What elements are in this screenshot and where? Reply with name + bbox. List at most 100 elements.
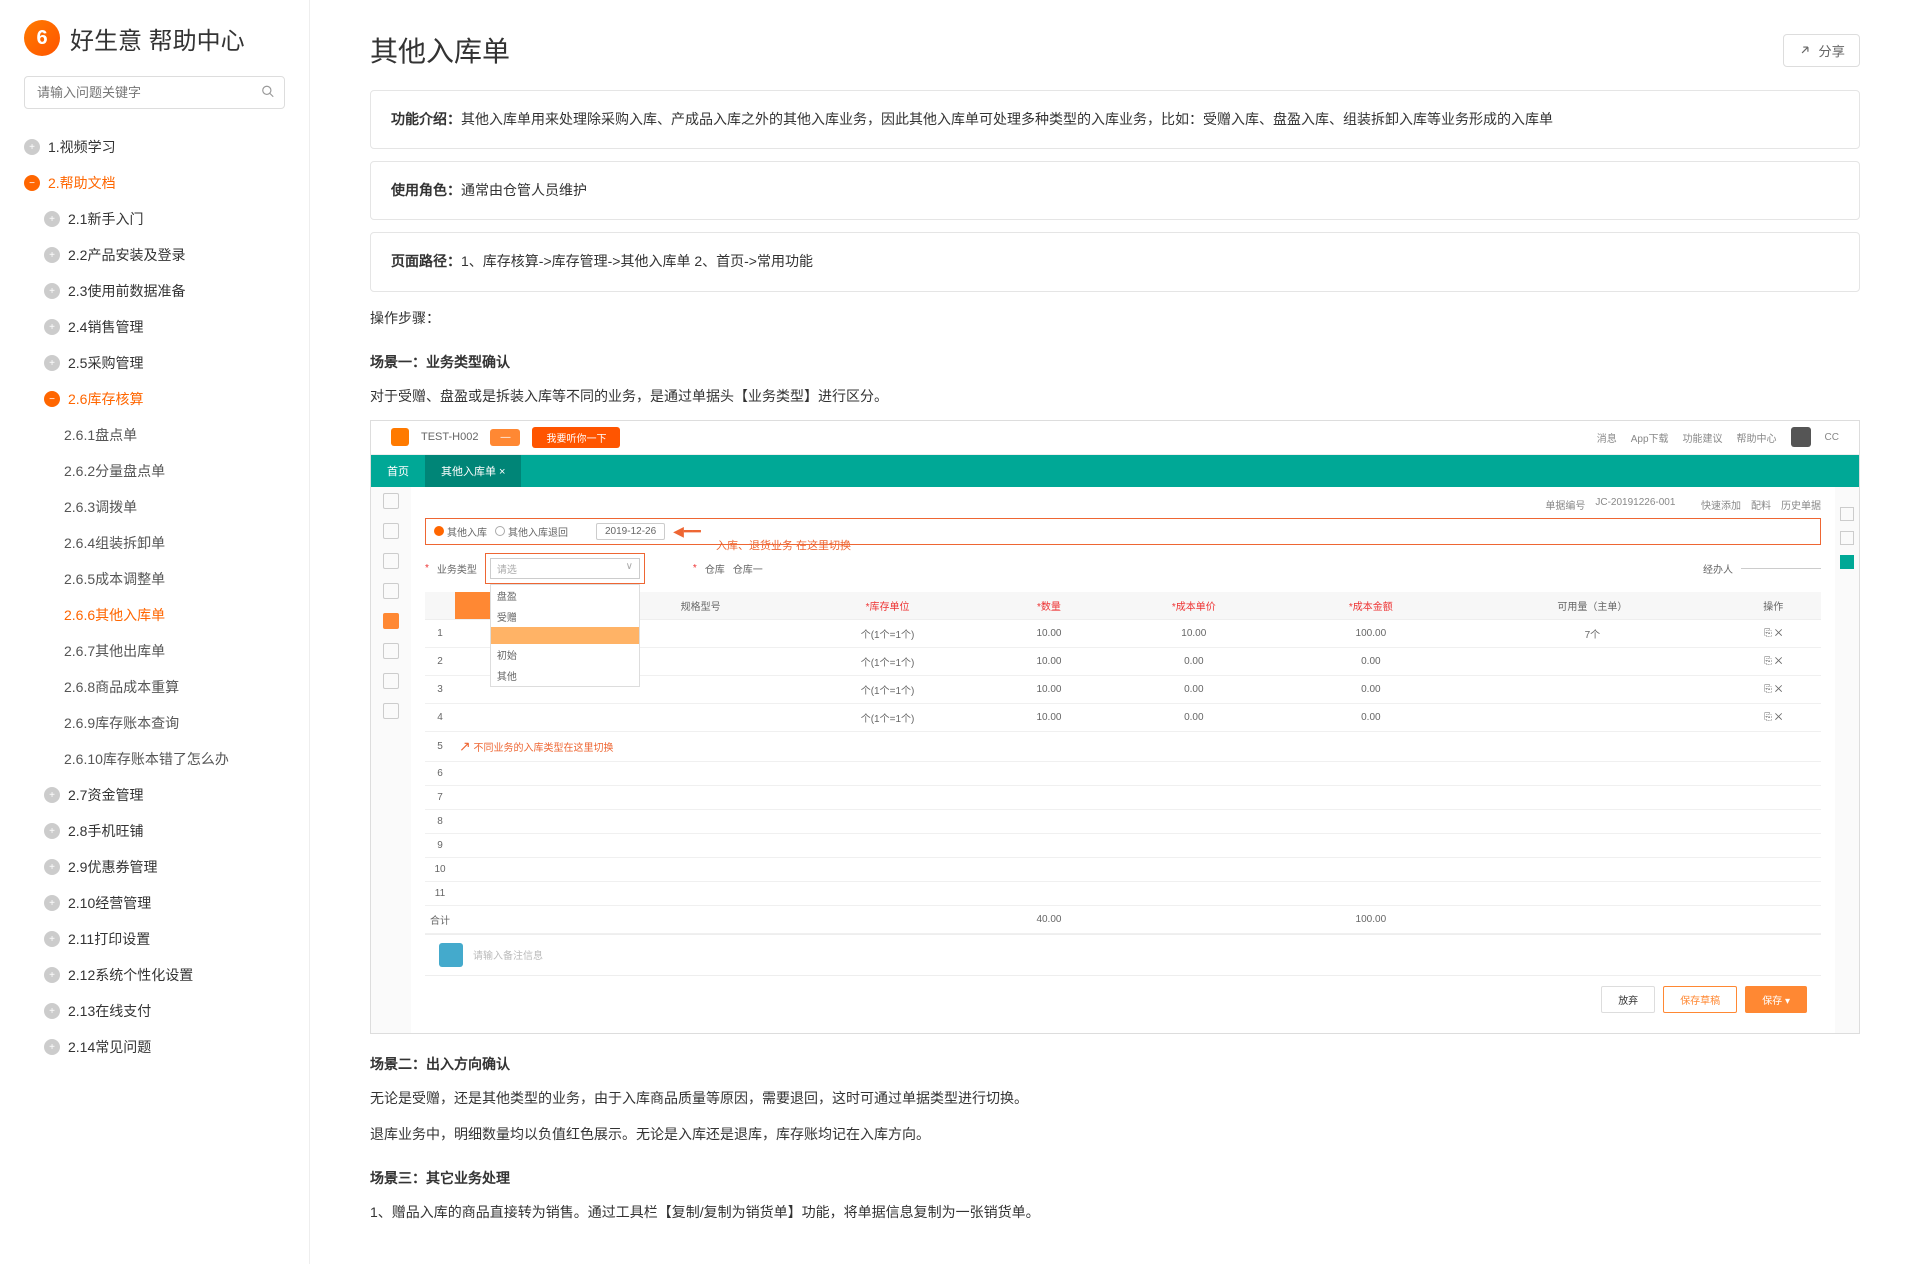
nav-item-2-13[interactable]: +2.13在线支付 xyxy=(24,993,285,1029)
plus-icon: + xyxy=(44,319,60,335)
ss-small-btn: — xyxy=(490,429,520,446)
plus-icon: + xyxy=(44,895,60,911)
ss-feedback: 功能建议 xyxy=(1683,430,1723,445)
plus-icon: + xyxy=(44,1039,60,1055)
ss-test-label: TEST-H002 xyxy=(421,431,478,443)
nav-item-2-6-4[interactable]: 2.6.4组装拆卸单 xyxy=(24,525,285,561)
path-text: 1、库存核算->库存管理->其他入库单 2、首页->常用功能 xyxy=(461,253,813,269)
ss-rail-icon xyxy=(383,643,399,659)
minus-icon: − xyxy=(44,391,60,407)
ss-topbar: TEST-H002 — 我要听你一下 消息 App下载 功能建议 帮助中心 CC xyxy=(371,421,1859,455)
plus-icon: + xyxy=(44,787,60,803)
nav-item-2-6-5[interactable]: 2.6.5成本调整单 xyxy=(24,561,285,597)
ss-logo-icon xyxy=(391,428,409,446)
nav-item-2-12[interactable]: +2.12系统个性化设置 xyxy=(24,957,285,993)
nav-item-2-6[interactable]: −2.6库存核算 xyxy=(24,381,285,417)
arrow-icon: ↗ xyxy=(459,738,471,754)
nav-item-2-6-10[interactable]: 2.6.10库存账本错了怎么办 xyxy=(24,741,285,777)
nav-item-2-6-3[interactable]: 2.6.3调拨单 xyxy=(24,489,285,525)
ss-tabs: 首页 其他入库单 × xyxy=(371,455,1859,487)
ss-username: CC xyxy=(1825,432,1839,443)
search-icon[interactable] xyxy=(261,84,275,101)
role-label: 使用角色： xyxy=(391,182,461,198)
ss-radio-in: 其他入库 xyxy=(434,524,487,539)
ss-annotation-1: 入库、退货业务 在这里切换 xyxy=(716,537,851,553)
nav-item-2-6-2[interactable]: 2.6.2分量盘点单 xyxy=(24,453,285,489)
role-text: 通常由仓管人员维护 xyxy=(461,182,587,198)
ss-tab-home: 首页 xyxy=(371,455,425,487)
ss-avatar-icon xyxy=(1791,427,1811,447)
ss-label-type: 业务类型 xyxy=(437,561,477,576)
ss-rail-icon xyxy=(383,523,399,539)
nav-item-2-4[interactable]: +2.4销售管理 xyxy=(24,309,285,345)
plus-icon: + xyxy=(24,139,40,155)
nav-item-2-6-7[interactable]: 2.6.7其他出库单 xyxy=(24,633,285,669)
ss-rail-icon xyxy=(383,613,399,629)
ss-memo-row: 请输入备注信息 xyxy=(425,934,1821,975)
scene2-text2: 退库业务中，明细数量均以负值红色展示。无论是入库还是退库，库存账均记在入库方向。 xyxy=(370,1120,1860,1148)
ss-draft-btn: 保存草稿 xyxy=(1663,986,1737,1013)
nav-item-2-5[interactable]: +2.5采购管理 xyxy=(24,345,285,381)
role-box: 使用角色：通常由仓管人员维护 xyxy=(370,161,1860,220)
nav-item-2-2[interactable]: +2.2产品安装及登录 xyxy=(24,237,285,273)
plus-icon: + xyxy=(44,823,60,839)
nav-item-2-6-8[interactable]: 2.6.8商品成本重算 xyxy=(24,669,285,705)
arrow-icon: ◀━━ xyxy=(673,523,701,540)
page-header: 其他入库单 分享 xyxy=(370,30,1860,70)
search-input[interactable] xyxy=(24,76,285,109)
nav-item-2-6-6[interactable]: 2.6.6其他入库单 xyxy=(24,597,285,633)
ss-rail-icon xyxy=(1840,507,1854,521)
ss-msg: 消息 xyxy=(1597,430,1617,445)
nav-item-2-14[interactable]: +2.14常见问题 xyxy=(24,1029,285,1065)
nav-item-2-6-9[interactable]: 2.6.9库存账本查询 xyxy=(24,705,285,741)
ss-label-wh: 仓库 xyxy=(705,561,725,576)
nav-item-2-3[interactable]: +2.3使用前数据准备 xyxy=(24,273,285,309)
intro-box: 功能介绍：其他入库单用来处理除采购入库、产成品入库之外的其他入库业务，因此其他入… xyxy=(370,90,1860,149)
ss-label-person: 经办人 xyxy=(1703,561,1733,576)
nav-item-2-9[interactable]: +2.9优惠券管理 xyxy=(24,849,285,885)
plus-icon: + xyxy=(44,355,60,371)
ss-radio-row: 其他入库 其他入库退回 2019-12-26 ◀━━ 入库、退货业务 在这里切换 xyxy=(425,518,1821,545)
ss-help: 帮助中心 xyxy=(1737,430,1777,445)
ss-fields-row: *业务类型 请选∨ 盘盈 受赠 初始 其他 *仓库 xyxy=(425,553,1821,584)
ss-tb-history: 历史单据 xyxy=(1781,497,1821,512)
ss-tb-quickadd: 快速添加 xyxy=(1701,497,1741,512)
ss-tab-doc: 其他入库单 × xyxy=(425,455,521,487)
ss-dropdown-list: 盘盈 受赠 初始 其他 xyxy=(490,584,640,687)
nav-item-2-11[interactable]: +2.11打印设置 xyxy=(24,921,285,957)
embedded-screenshot: TEST-H002 — 我要听你一下 消息 App下载 功能建议 帮助中心 CC… xyxy=(370,420,1860,1034)
plus-icon: + xyxy=(44,1003,60,1019)
scene2-text1: 无论是受赠，还是其他类型的业务，由于入库商品质量等原因，需要退回，这时可通过单据… xyxy=(370,1084,1860,1112)
plus-icon: + xyxy=(44,211,60,227)
main-content: 其他入库单 分享 功能介绍：其他入库单用来处理除采购入库、产成品入库之外的其他入… xyxy=(310,0,1920,1264)
plus-icon: + xyxy=(44,247,60,263)
logo-area: 6 好生意 帮助中心 xyxy=(0,20,309,76)
nav-item-docs[interactable]: −2.帮助文档 xyxy=(24,165,285,201)
path-box: 页面路径：1、库存核算->库存管理->其他入库单 2、首页->常用功能 xyxy=(370,232,1860,291)
plus-icon: + xyxy=(44,283,60,299)
ss-type-dropdown: 请选∨ 盘盈 受赠 初始 其他 xyxy=(485,553,645,584)
scene1-text: 对于受赠、盘盈或是拆装入库等不同的业务，是通过单据头【业务类型】进行区分。 xyxy=(370,382,1860,410)
nav-list: +1.视频学习 −2.帮助文档 +2.1新手入门 +2.2产品安装及登录 +2.… xyxy=(0,129,309,1065)
nav-item-video[interactable]: +1.视频学习 xyxy=(24,129,285,165)
nav-item-2-8[interactable]: +2.8手机旺铺 xyxy=(24,813,285,849)
steps-label: 操作步骤： xyxy=(370,304,1860,332)
plus-icon: + xyxy=(44,859,60,875)
nav-item-2-10[interactable]: +2.10经营管理 xyxy=(24,885,285,921)
ss-rail-icon xyxy=(383,673,399,689)
ss-rail-icon xyxy=(383,553,399,569)
nav-item-2-6-1[interactable]: 2.6.1盘点单 xyxy=(24,417,285,453)
plus-icon: + xyxy=(44,967,60,983)
ss-right-rail xyxy=(1835,487,1859,1033)
ss-docno: JC-20191226-001 xyxy=(1595,497,1675,512)
ss-primary-btn: 我要听你一下 xyxy=(532,427,620,448)
search-box xyxy=(24,76,285,109)
scene2-title: 场景二：出入方向确认 xyxy=(370,1054,1860,1074)
plus-icon: + xyxy=(44,931,60,947)
intro-label: 功能介绍： xyxy=(391,111,461,127)
ss-left-rail xyxy=(371,487,411,1033)
intro-text: 其他入库单用来处理除采购入库、产成品入库之外的其他入库业务，因此其他入库单可处理… xyxy=(461,111,1553,127)
share-button[interactable]: 分享 xyxy=(1783,34,1860,67)
nav-item-2-7[interactable]: +2.7资金管理 xyxy=(24,777,285,813)
nav-item-2-1[interactable]: +2.1新手入门 xyxy=(24,201,285,237)
